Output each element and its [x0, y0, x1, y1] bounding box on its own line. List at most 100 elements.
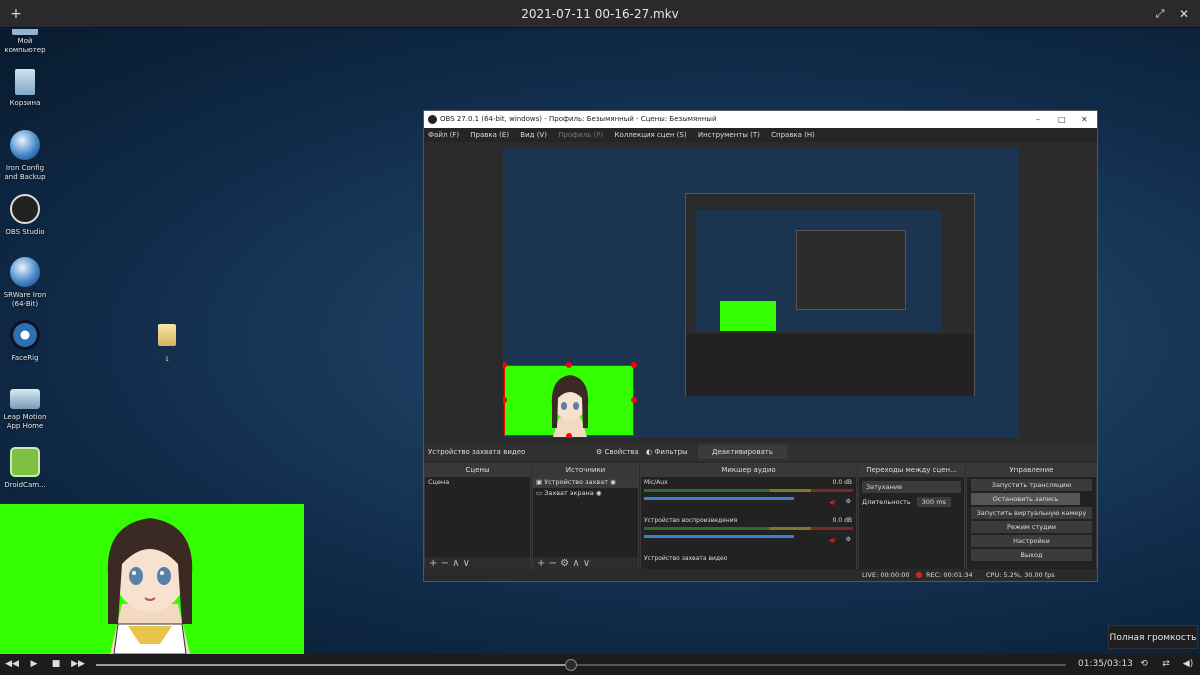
settings-button[interactable]: Настройки [971, 535, 1092, 547]
menu-edit[interactable]: Правка (E) [470, 131, 509, 139]
close-icon[interactable]: ✕ [1174, 4, 1194, 24]
add-icon[interactable]: + [429, 558, 437, 569]
audio-mixer-dock: Микшер аудио Mic/Aux 0.0 dB ◀) ⚙ Устройс… [640, 463, 857, 572]
stop-icon[interactable]: ■ [48, 654, 64, 675]
shuffle-icon[interactable]: ⇄ [1158, 654, 1174, 675]
menu-scene-collection[interactable]: Коллекция сцен (S) [614, 131, 686, 139]
live-timer: LIVE: 00:00:00 [862, 571, 910, 579]
rec-timer: REC: 00:01:34 [926, 571, 973, 579]
start-streaming-button[interactable]: Запустить трансляцию [971, 479, 1092, 491]
source-label: Захват экрана [544, 489, 594, 497]
desktop-icon-computer[interactable]: Мой компьютер [0, 29, 50, 55]
scenes-dock: Сцены Сцена + − ∧ ∨ [424, 463, 531, 572]
desktop-icon-label: Корзина [9, 99, 41, 107]
monitor-icon: ▭ [536, 489, 543, 497]
desktop-icon-label: Iron Config and Backup [4, 164, 46, 181]
add-icon[interactable]: + [537, 558, 545, 569]
obs-title: OBS 27.0.1 (64-bit, windows) - Профиль: … [440, 115, 717, 123]
studio-mode-button[interactable]: Режим студии [971, 521, 1092, 533]
obs-preview[interactable] [503, 147, 1019, 438]
transitions-header: Переходы между сцен... [859, 464, 964, 477]
channel-name: Mic/Aux [644, 479, 668, 486]
avatar-green-screen [0, 504, 304, 654]
gear-icon[interactable]: ⚙ [560, 558, 569, 569]
eye-icon[interactable]: ◉ [610, 478, 616, 486]
nested-obs-preview [685, 193, 975, 396]
desktop-icon-srware-iron[interactable]: SRWare Iron (64-Bit) [0, 257, 50, 309]
duration-label: Длительность [862, 498, 911, 506]
up-icon[interactable]: ∧ [572, 558, 579, 569]
volume-icon[interactable]: ◀) [1180, 654, 1196, 675]
properties-button[interactable]: ⚙ Свойства [596, 443, 639, 461]
folder-icon [158, 324, 176, 346]
down-icon[interactable]: ∨ [583, 558, 590, 569]
seek-knob[interactable] [565, 659, 578, 671]
duration-row: Длительность 300 ms [859, 497, 964, 507]
desktop-file[interactable]: 1 [157, 324, 177, 365]
fast-forward-icon[interactable]: ▶▶ [70, 654, 86, 675]
deactivate-button[interactable]: Деактивировать [698, 445, 787, 459]
menu-profile[interactable]: Профиль (P) [558, 131, 603, 139]
leap-motion-icon [10, 389, 40, 409]
start-virtual-camera-button[interactable]: Запустить виртуальную камеру [971, 507, 1092, 519]
mute-icon[interactable]: ◀) [829, 537, 836, 544]
menu-tools[interactable]: Инструменты (T) [698, 131, 760, 139]
obs-titlebar: OBS 27.0.1 (64-bit, windows) - Профиль: … [424, 111, 1097, 128]
duration-input[interactable]: 300 ms [916, 497, 951, 507]
remove-icon[interactable]: − [441, 558, 449, 569]
gear-icon[interactable]: ⚙ [846, 498, 851, 505]
volume-slider[interactable] [644, 497, 794, 500]
nested-green-screen [720, 301, 776, 331]
transition-select[interactable]: Затухание [862, 481, 961, 493]
mixer-channel: Mic/Aux 0.0 dB ◀) ⚙ [641, 477, 856, 515]
sources-header: Источники [533, 464, 638, 477]
filters-button[interactable]: ◐ Фильтры [646, 443, 688, 461]
volume-meter [644, 489, 853, 492]
source-toolbar: Устройство захвата видео ⚙ Свойства ◐ Фи… [424, 443, 1097, 461]
desktop-icon-leap-motion[interactable]: Leap Motion App Home [0, 383, 50, 431]
gear-icon[interactable]: ⚙ [846, 536, 851, 543]
channel-name: Устройство воспроизведения [644, 517, 738, 524]
channel-db: 0.0 dB [832, 479, 852, 486]
mixer-channel: Устройство воспроизведения 0.0 dB ◀) ⚙ [641, 515, 856, 553]
window-title: 2021-07-11 00-16-27.mkv [521, 7, 679, 21]
volume-slider[interactable] [644, 535, 794, 538]
exit-button[interactable]: Выход [971, 549, 1092, 561]
stop-recording-button[interactable]: Остановить запись [971, 493, 1080, 505]
rewind-icon[interactable]: ◀◀ [4, 654, 20, 675]
desktop-icon-iron-config[interactable]: Iron Config and Backup [0, 130, 50, 182]
playback-time: 01:35/03:13 [1078, 659, 1133, 669]
close-icon[interactable]: ✕ [1081, 111, 1088, 128]
source-item[interactable]: ▭ Захват экрана ◉ [533, 488, 638, 499]
minimize-icon[interactable]: – [1036, 111, 1040, 128]
eye-icon[interactable]: ◉ [596, 489, 602, 497]
fullscreen-icon[interactable]: ⤢ [1150, 4, 1170, 24]
desktop-icon-obs[interactable]: OBS Studio [0, 194, 50, 237]
play-icon[interactable]: ▶ [26, 654, 42, 675]
current-source-name: Устройство захвата видео [428, 448, 526, 456]
seek-bar[interactable] [96, 659, 1066, 671]
player-controls: ◀◀ ▶ ■ ▶▶ 01:35/03:13 ⟲ ⇄ ◀) [0, 654, 1200, 675]
video-frame: Мой компьютер Корзина Iron Config and Ba… [0, 29, 1200, 654]
down-icon[interactable]: ∨ [463, 558, 470, 569]
maximize-icon[interactable]: □ [1058, 111, 1066, 128]
menu-view[interactable]: Вид (V) [520, 131, 547, 139]
menu-file[interactable]: Файл (F) [428, 131, 459, 139]
rec-indicator-icon [916, 572, 922, 578]
desktop-icon-recycle-bin[interactable]: Корзина [0, 69, 50, 108]
repeat-icon[interactable]: ⟲ [1136, 654, 1152, 675]
volume-meter [644, 527, 853, 530]
controls-header: Управление [967, 464, 1096, 477]
desktop-icon-label: FaceRig [11, 354, 39, 362]
menu-help[interactable]: Справка (H) [771, 131, 815, 139]
facerig-icon [10, 320, 40, 350]
desktop-icon-droidcam[interactable]: DroidCam... [0, 447, 50, 490]
mute-icon[interactable]: ◀) [829, 499, 836, 506]
remove-icon[interactable]: − [549, 558, 557, 569]
up-icon[interactable]: ∧ [452, 558, 459, 569]
selected-source-frame[interactable] [504, 365, 634, 437]
desktop-icon-label: Мой компьютер [4, 37, 46, 54]
scene-item[interactable]: Сцена [425, 477, 530, 488]
source-item[interactable]: ▣ Устройство захват ◉ [533, 477, 638, 488]
desktop-icon-facerig[interactable]: FaceRig [0, 320, 50, 363]
